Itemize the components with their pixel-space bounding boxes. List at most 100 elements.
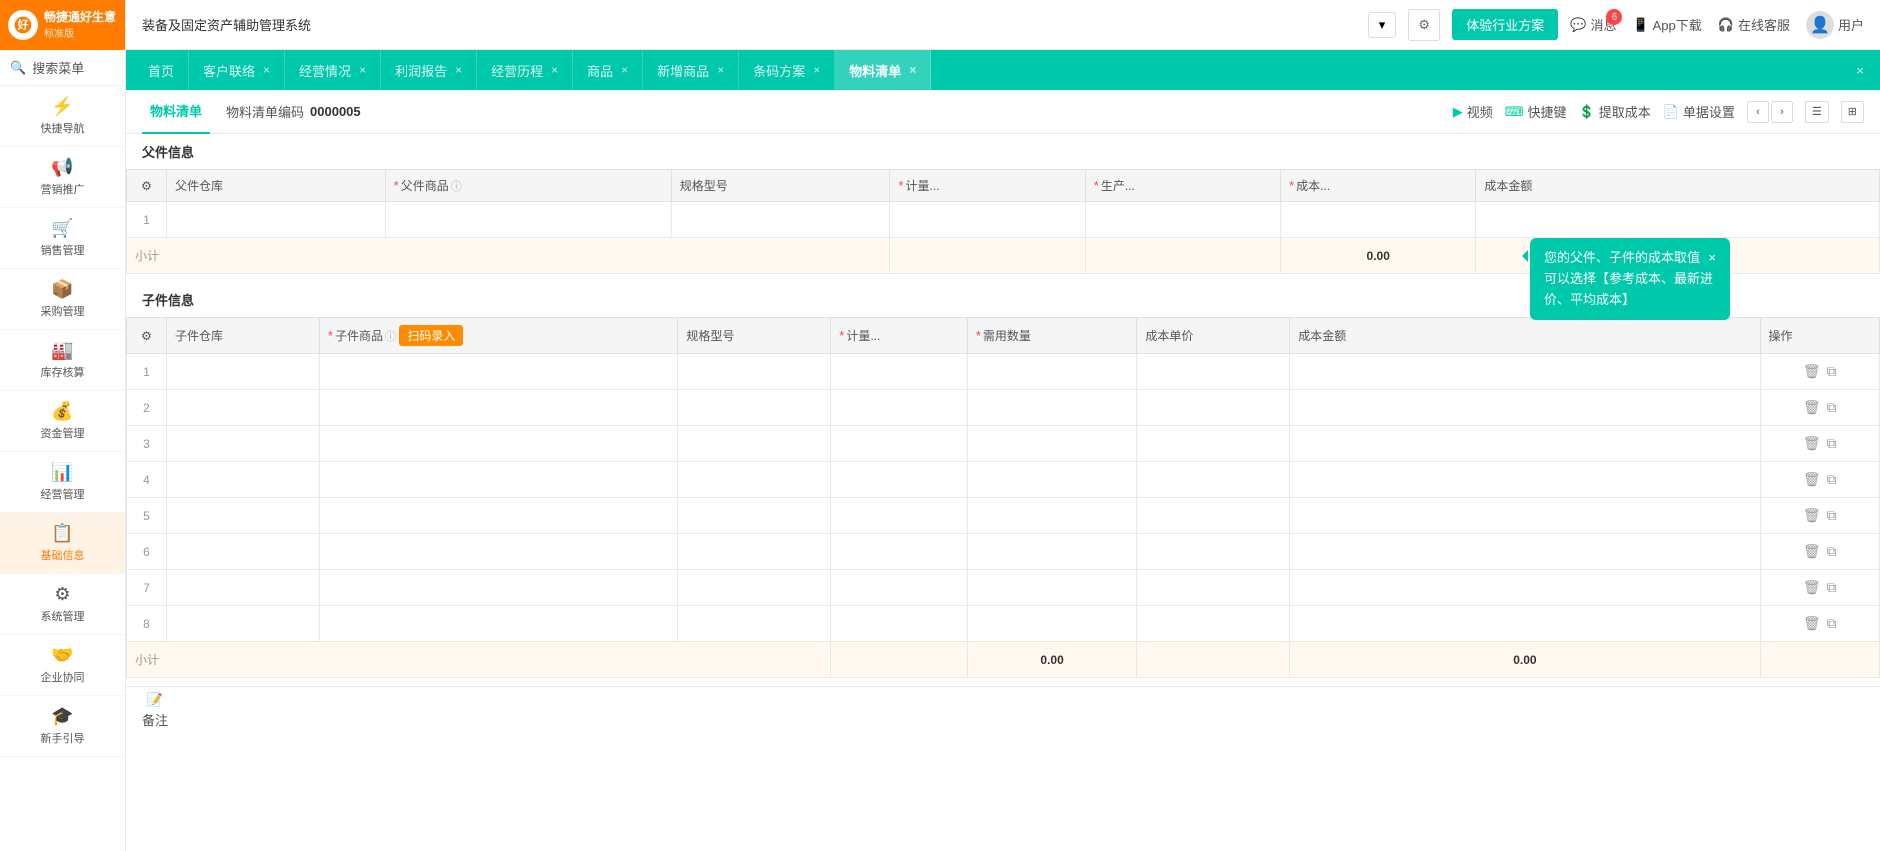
child-row-6-product[interactable]	[319, 534, 677, 570]
child-row-6-delete-icon[interactable]: 🗑	[1803, 543, 1821, 560]
tooltip-close-button[interactable]: ×	[1708, 248, 1716, 269]
child-row-2-qty[interactable]	[967, 390, 1137, 426]
sidebar-item-collab[interactable]: 🤝 企业协同	[0, 635, 125, 696]
cost-action[interactable]: 💲 提取成本	[1579, 102, 1651, 121]
child-row-5-amount[interactable]	[1290, 498, 1760, 534]
child-row-4-qty[interactable]	[967, 462, 1137, 498]
message-button[interactable]: 💬 消息 6	[1570, 15, 1616, 34]
close-all-tabs-button[interactable]: ×	[1848, 59, 1872, 82]
tab-history[interactable]: 经营历程 ×	[477, 50, 573, 90]
scan-input-button[interactable]: 扫码录入	[399, 325, 463, 346]
settings-gear-button[interactable]: ⚙	[1408, 9, 1440, 41]
sidebar-item-sales[interactable]: 🛒 销售管理	[0, 208, 125, 269]
child-row-5-warehouse[interactable]	[167, 498, 320, 534]
system-dropdown[interactable]: ▾	[1368, 12, 1397, 38]
tab-operations-close[interactable]: ×	[359, 63, 366, 77]
nav-next-button[interactable]: ›	[1771, 101, 1793, 123]
nav-grid-button[interactable]: ⊞	[1841, 101, 1864, 123]
child-row-8-delete-icon[interactable]: 🗑	[1803, 615, 1821, 632]
child-row-5-qty[interactable]	[967, 498, 1137, 534]
child-row-6-amount[interactable]	[1290, 534, 1760, 570]
app-download-button[interactable]: 📱 App下载	[1632, 15, 1701, 34]
user-button[interactable]: 👤 用户	[1806, 11, 1864, 39]
sidebar-item-quicknav[interactable]: ⚡ 快捷导航	[0, 86, 125, 147]
child-row-5-spec[interactable]	[678, 498, 831, 534]
child-row-1-amount[interactable]	[1290, 354, 1760, 390]
sidebar-item-operations[interactable]: 📊 经营管理	[0, 452, 125, 513]
tab-operations[interactable]: 经营情况 ×	[285, 50, 381, 90]
sidebar-item-basic-info[interactable]: 📋 基础信息	[0, 513, 125, 574]
nav-prev-button[interactable]: ‹	[1747, 101, 1769, 123]
parent-col-settings[interactable]: ⚙	[127, 170, 167, 202]
sidebar-item-inventory[interactable]: 🏭 库存核算	[0, 330, 125, 391]
child-row-7-amount[interactable]	[1290, 570, 1760, 606]
child-row-7-copy-icon[interactable]: ⧉	[1827, 579, 1837, 596]
remark-button[interactable]: 📝 备注	[142, 692, 168, 729]
single-setting-action[interactable]: 📄 单据设置	[1663, 102, 1735, 121]
sidebar-item-purchase[interactable]: 📦 采购管理	[0, 269, 125, 330]
shortcut-action[interactable]: ⌨ 快捷键	[1505, 102, 1567, 121]
child-row-3-warehouse[interactable]	[167, 426, 320, 462]
tab-history-close[interactable]: ×	[551, 63, 558, 77]
child-row-1-product[interactable]	[319, 354, 677, 390]
sidebar-item-finance[interactable]: 💰 资金管理	[0, 391, 125, 452]
tab-home[interactable]: 首页	[134, 50, 189, 90]
child-row-6-copy-icon[interactable]: ⧉	[1827, 543, 1837, 560]
online-service-button[interactable]: 🎧 在线客服	[1718, 15, 1790, 34]
child-row-1-unit-cost[interactable]	[1137, 354, 1290, 390]
child-row-3-delete-icon[interactable]: 🗑	[1803, 435, 1821, 452]
child-row-5-unit[interactable]	[831, 498, 968, 534]
child-row-4-unit[interactable]	[831, 462, 968, 498]
child-row-5-product[interactable]	[319, 498, 677, 534]
child-row-5-delete-icon[interactable]: 🗑	[1803, 507, 1821, 524]
sidebar-item-system[interactable]: ⚙ 系统管理	[0, 574, 125, 635]
child-row-3-unit[interactable]	[831, 426, 968, 462]
parent-row-1-cost[interactable]	[1281, 202, 1476, 238]
parent-product-info-icon[interactable]: ⓘ	[451, 181, 462, 193]
tab-bom-close[interactable]: ×	[909, 63, 916, 77]
child-row-2-copy-icon[interactable]: ⧉	[1827, 399, 1837, 416]
child-row-8-qty[interactable]	[967, 606, 1137, 642]
child-row-3-product[interactable]	[319, 426, 677, 462]
child-row-7-unit-cost[interactable]	[1137, 570, 1290, 606]
child-row-7-qty[interactable]	[967, 570, 1137, 606]
child-row-2-unit[interactable]	[831, 390, 968, 426]
video-action[interactable]: ▶ 视频	[1453, 102, 1493, 121]
trial-button[interactable]: 体验行业方案	[1452, 9, 1558, 40]
tab-new-goods[interactable]: 新增商品 ×	[643, 50, 739, 90]
tab-barcode-close[interactable]: ×	[813, 63, 820, 77]
child-row-1-qty[interactable]	[967, 354, 1137, 390]
tab-customer[interactable]: 客户联络 ×	[189, 50, 285, 90]
child-row-1-unit[interactable]	[831, 354, 968, 390]
child-row-2-unit-cost[interactable]	[1137, 390, 1290, 426]
child-row-7-unit[interactable]	[831, 570, 968, 606]
child-row-6-unit-cost[interactable]	[1137, 534, 1290, 570]
child-row-4-copy-icon[interactable]: ⧉	[1827, 471, 1837, 488]
tab-profit[interactable]: 利润报告 ×	[381, 50, 477, 90]
child-row-6-spec[interactable]	[678, 534, 831, 570]
child-row-8-copy-icon[interactable]: ⧉	[1827, 615, 1837, 632]
child-col-settings[interactable]: ⚙	[127, 318, 167, 354]
child-row-3-spec[interactable]	[678, 426, 831, 462]
tab-barcode[interactable]: 条码方案 ×	[739, 50, 835, 90]
child-row-7-warehouse[interactable]	[167, 570, 320, 606]
tab-customer-close[interactable]: ×	[263, 63, 270, 77]
child-row-1-copy-icon[interactable]: ⧉	[1827, 363, 1837, 380]
child-row-3-amount[interactable]	[1290, 426, 1760, 462]
child-row-8-spec[interactable]	[678, 606, 831, 642]
child-row-4-delete-icon[interactable]: 🗑	[1803, 471, 1821, 488]
parent-row-1-amount[interactable]	[1476, 202, 1880, 238]
tab-goods-close[interactable]: ×	[621, 63, 628, 77]
child-row-5-unit-cost[interactable]	[1137, 498, 1290, 534]
child-row-2-warehouse[interactable]	[167, 390, 320, 426]
parent-row-1-unit[interactable]	[890, 202, 1085, 238]
child-row-3-copy-icon[interactable]: ⧉	[1827, 435, 1837, 452]
child-row-4-amount[interactable]	[1290, 462, 1760, 498]
parent-row-1-product[interactable]	[385, 202, 671, 238]
child-row-7-delete-icon[interactable]: 🗑	[1803, 579, 1821, 596]
child-row-4-spec[interactable]	[678, 462, 831, 498]
child-row-8-product[interactable]	[319, 606, 677, 642]
child-row-4-unit-cost[interactable]	[1137, 462, 1290, 498]
sub-tab-bom-list[interactable]: 物料清单	[142, 90, 210, 134]
child-row-8-unit[interactable]	[831, 606, 968, 642]
